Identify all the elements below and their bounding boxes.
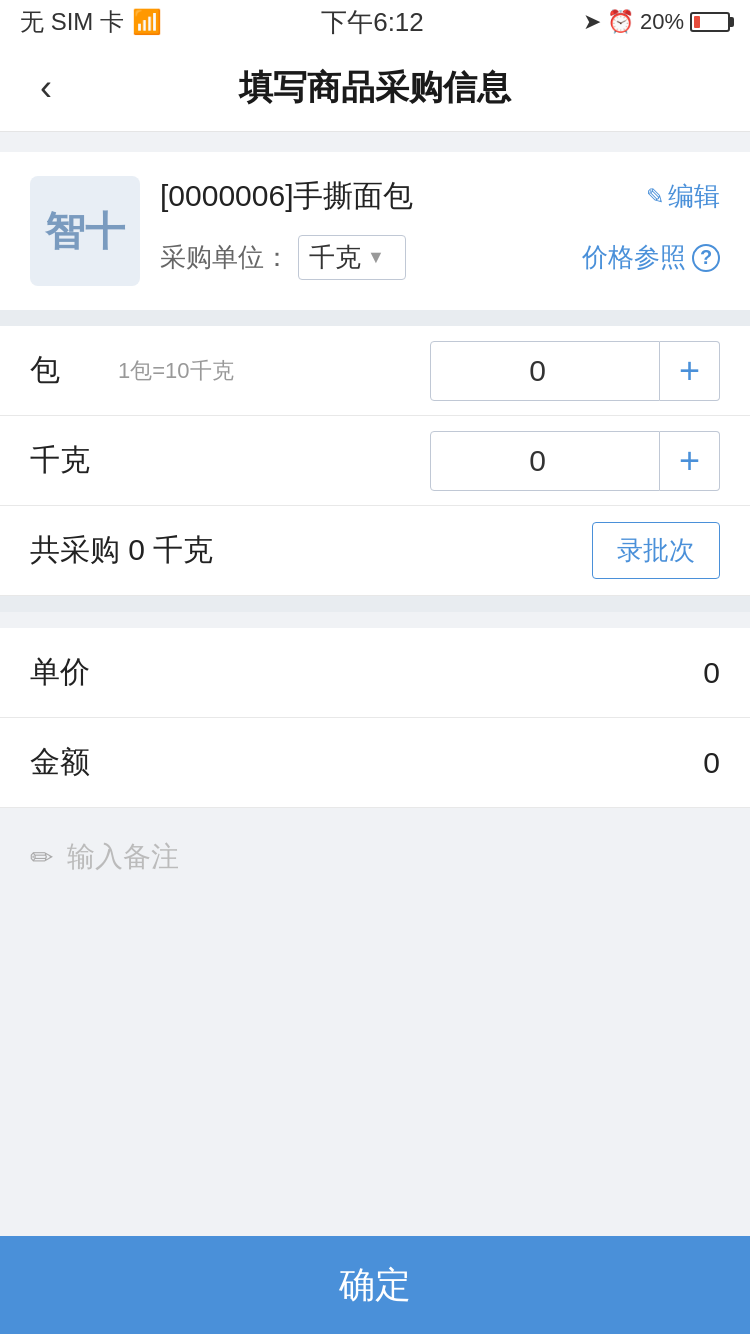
batch-button[interactable]: 录批次 (592, 522, 720, 579)
bao-label: 包 (30, 350, 110, 391)
bao-input-row: 包 1包=10千克 + (0, 326, 750, 416)
section-divider-1 (0, 310, 750, 326)
kg-plus-button[interactable]: + (660, 431, 720, 491)
product-card: 智十 [0000006]手撕面包 ✎ 编辑 采购单位： 千克 ▼ 价格参照 ? (0, 152, 750, 310)
info-icon: ? (692, 244, 720, 272)
amount-value: 0 (703, 746, 720, 780)
unit-row: 采购单位： 千克 ▼ 价格参照 ? (160, 235, 720, 280)
info-section: 单价 0 金额 0 (0, 628, 750, 808)
amount-row: 金额 0 (0, 718, 750, 808)
unit-price-value: 0 (703, 656, 720, 690)
battery-percent: 20% (640, 9, 684, 35)
no-sim-text: 无 SIM 卡 (20, 6, 124, 38)
location-icon: ➤ (583, 9, 601, 35)
edit-icon: ✎ (646, 184, 664, 210)
battery-icon (690, 12, 730, 32)
confirm-button[interactable]: 确定 (0, 1236, 750, 1334)
edit-label: 编辑 (668, 179, 720, 214)
remark-section[interactable]: ✏ 输入备注 (0, 808, 750, 906)
bao-input[interactable] (430, 341, 660, 401)
input-section: 包 1包=10千克 + 千克 + (0, 326, 750, 506)
price-ref-label: 价格参照 (582, 240, 686, 275)
product-name: [0000006]手撕面包 (160, 176, 413, 217)
price-ref-button[interactable]: 价格参照 ? (582, 240, 720, 275)
kg-input-wrapper: + (110, 431, 720, 491)
kg-input[interactable] (430, 431, 660, 491)
product-image-placeholder: 智十 (45, 204, 125, 259)
amount-label: 金额 (30, 742, 90, 783)
summary-text: 共采购 0 千克 (30, 530, 213, 571)
bao-input-wrapper: + (234, 341, 720, 401)
bao-sublabel: 1包=10千克 (118, 356, 234, 386)
product-name-row: [0000006]手撕面包 ✎ 编辑 (160, 176, 720, 217)
remark-placeholder: 输入备注 (67, 838, 179, 876)
product-image: 智十 (30, 176, 140, 286)
page-title: 填写商品采购信息 (239, 65, 511, 111)
nav-bar: ‹ 填写商品采购信息 (0, 44, 750, 132)
confirm-button-wrap: 确定 (0, 1236, 750, 1334)
status-right: ➤ ⏰ 20% (583, 9, 730, 35)
kg-input-row: 千克 + (0, 416, 750, 506)
wifi-icon: 📶 (132, 8, 162, 36)
unit-label-text: 采购单位： (160, 240, 290, 275)
pencil-icon: ✏ (30, 841, 53, 874)
unit-value: 千克 (309, 240, 361, 275)
alarm-icon: ⏰ (607, 9, 634, 35)
status-bar: 无 SIM 卡 📶 下午6:12 ➤ ⏰ 20% (0, 0, 750, 44)
dropdown-arrow-icon: ▼ (367, 247, 385, 268)
unit-price-label: 单价 (30, 652, 90, 693)
status-time: 下午6:12 (321, 5, 424, 40)
product-info: [0000006]手撕面包 ✎ 编辑 采购单位： 千克 ▼ 价格参照 ? (160, 176, 720, 280)
summary-row: 共采购 0 千克 录批次 (0, 506, 750, 596)
bottom-area (0, 906, 750, 1206)
status-left: 无 SIM 卡 📶 (20, 6, 162, 38)
edit-button[interactable]: ✎ 编辑 (646, 179, 720, 214)
kg-label: 千克 (30, 440, 110, 481)
bao-plus-button[interactable]: + (660, 341, 720, 401)
unit-price-row: 单价 0 (0, 628, 750, 718)
section-divider-2 (0, 596, 750, 612)
unit-select[interactable]: 千克 ▼ (298, 235, 406, 280)
back-button[interactable]: ‹ (30, 57, 62, 119)
